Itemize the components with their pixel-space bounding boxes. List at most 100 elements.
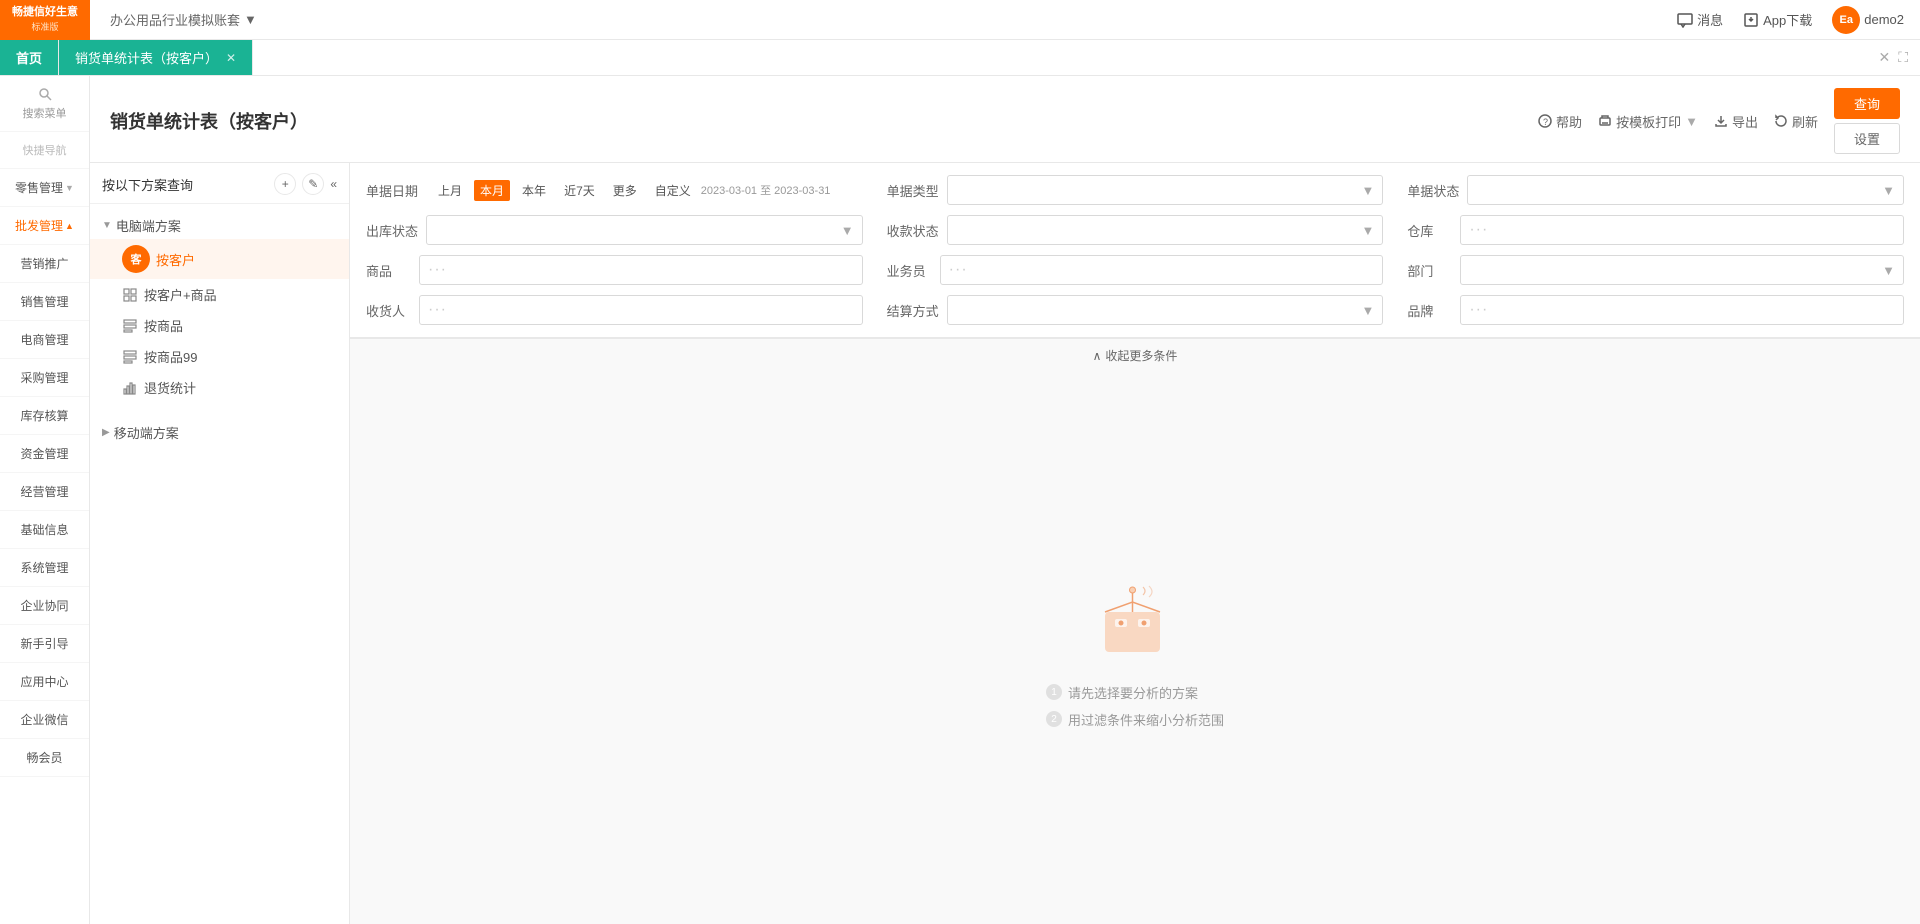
filter-goods-control[interactable]: ··· xyxy=(419,255,863,285)
filter-receiver-control[interactable]: ··· xyxy=(419,295,863,325)
tree-item-by-customer-label: 按客户 xyxy=(156,250,195,269)
collapse-bar[interactable]: ∧ 收起更多条件 xyxy=(350,338,1920,372)
page-actions: ? 帮助 按模板打印 ▼ 导出 刷新 查询 设置 xyxy=(1538,88,1900,154)
print-dropdown-icon[interactable]: ▼ xyxy=(1685,114,1698,129)
order-type-chevron: ▼ xyxy=(1361,183,1374,198)
user-profile[interactable]: Ea demo2 xyxy=(1832,6,1904,34)
sidebar-item-operations-label: 经营管理 xyxy=(20,483,68,500)
sidebar-item-newbie[interactable]: 新手引导 xyxy=(0,625,89,663)
filter-staff-item: 业务员 ··· xyxy=(887,255,1384,285)
breadcrumb-dropdown-icon[interactable]: ▼ xyxy=(244,12,257,27)
filter-brand-control[interactable]: ··· xyxy=(1460,295,1904,325)
warehouse-dots: ··· xyxy=(1469,221,1488,239)
scheme-add-btn[interactable]: + xyxy=(274,173,296,195)
refresh-icon xyxy=(1774,114,1788,128)
scheme-edit-btn[interactable]: ✎ xyxy=(302,173,324,195)
filter-warehouse-control[interactable]: ··· xyxy=(1460,215,1904,245)
main-content: 按以下方案查询 + ✎ « xyxy=(90,163,1920,924)
svg-text:?: ? xyxy=(1543,117,1548,127)
date-tab-custom[interactable]: 自定义 xyxy=(649,180,697,201)
sidebar-item-basic-info[interactable]: 基础信息 xyxy=(0,511,89,549)
by-goods-icon xyxy=(122,318,138,334)
filter-staff-label: 业务员 xyxy=(887,261,932,280)
tree-group-mobile: ▶ 移动端方案 xyxy=(90,411,349,454)
app-download-button[interactable]: App下载 xyxy=(1743,10,1812,29)
tree-item-customer-goods[interactable]: 按客户+商品 xyxy=(90,279,349,310)
scheme-collapse-btn[interactable]: « xyxy=(330,177,337,191)
sidebar-item-finance[interactable]: 资金管理 xyxy=(0,435,89,473)
sidebar-item-member[interactable]: 畅会员 xyxy=(0,739,89,777)
sidebar-item-appstore[interactable]: 应用中心 xyxy=(0,663,89,701)
settle-chevron: ▼ xyxy=(1361,303,1374,318)
tree-item-by-goods99[interactable]: 按商品99 xyxy=(90,341,349,372)
sidebar-item-marketing[interactable]: 营销推广 xyxy=(0,245,89,283)
order-status-chevron: ▼ xyxy=(1882,183,1895,198)
filter-settle-item: 结算方式 ▼ xyxy=(887,295,1384,325)
filter-shipment-control[interactable]: ▼ xyxy=(426,215,863,245)
download-icon xyxy=(1743,12,1759,28)
sidebar-nav-label: 快捷导航 xyxy=(0,132,89,169)
sidebar-item-ecommerce-label: 电商管理 xyxy=(20,331,68,348)
tab-close-icon[interactable]: ✕ xyxy=(226,51,236,65)
filter-settle-control[interactable]: ▼ xyxy=(947,295,1384,325)
page-title: 销货单统计表（按客户） xyxy=(110,108,308,134)
tree-group-desktop-header[interactable]: ▼ 电脑端方案 xyxy=(90,212,349,239)
date-tab-last7[interactable]: 近7天 xyxy=(558,180,601,201)
date-tabs: 上月 本月 本年 近7天 更多 自定义 xyxy=(432,180,697,201)
sidebar-item-purchase[interactable]: 采购管理 xyxy=(0,359,89,397)
sidebar-item-operations[interactable]: 经营管理 xyxy=(0,473,89,511)
sidebar-item-retail[interactable]: 零售管理 ▼ xyxy=(0,169,89,207)
collapse-label: 收起更多条件 xyxy=(1105,347,1177,364)
collapse-arrow-icon: ∧ xyxy=(1093,349,1102,363)
tab-sales-stat-label: 销货单统计表（按客户） xyxy=(75,48,218,67)
date-tab-this-year[interactable]: 本年 xyxy=(516,180,552,201)
filter-staff-control[interactable]: ··· xyxy=(940,255,1384,285)
filter-settle-label: 结算方式 xyxy=(887,301,939,320)
filter-receiver-label: 收货人 xyxy=(366,301,411,320)
sidebar-item-wechat[interactable]: 企业微信 xyxy=(0,701,89,739)
empty-step2-text: 用过滤条件来缩小分析范围 xyxy=(1068,710,1224,729)
export-button[interactable]: 导出 xyxy=(1714,112,1758,131)
print-button[interactable]: 按模板打印 ▼ xyxy=(1598,112,1698,131)
help-button[interactable]: ? 帮助 xyxy=(1538,112,1582,131)
filter-payment-control[interactable]: ▼ xyxy=(947,215,1384,245)
query-button[interactable]: 查询 xyxy=(1834,88,1900,119)
message-button[interactable]: 消息 xyxy=(1677,10,1723,29)
tree-item-by-customer[interactable]: 客 按客户 xyxy=(90,239,349,279)
top-header: 畅捷信好生意 标准版 办公用品行业模拟账套 ▼ 消息 App下载 Ea demo… xyxy=(0,0,1920,40)
tree-item-by-goods[interactable]: 按商品 xyxy=(90,310,349,341)
refresh-button[interactable]: 刷新 xyxy=(1774,112,1818,131)
tab-sales-stat[interactable]: 销货单统计表（按客户） ✕ xyxy=(59,40,253,75)
tree-group-mobile-label: 移动端方案 xyxy=(114,423,179,442)
tree-expand-arrow: ▼ xyxy=(102,220,112,231)
filter-shipment-item: 出库状态 ▼ xyxy=(366,215,863,245)
logo-text: 畅捷信好生意 xyxy=(12,6,78,19)
filter-order-status-item: 单据状态 ▼ xyxy=(1407,175,1904,205)
sidebar-search[interactable]: 搜索菜单 xyxy=(0,76,89,132)
tree-group-mobile-header[interactable]: ▶ 移动端方案 xyxy=(90,419,349,446)
sidebar-item-sales[interactable]: 销售管理 xyxy=(0,283,89,321)
sidebar-item-ecommerce[interactable]: 电商管理 xyxy=(0,321,89,359)
empty-svg xyxy=(1085,567,1185,667)
tab-home[interactable]: 首页 xyxy=(0,40,59,75)
filter-order-type-control[interactable]: ▼ xyxy=(947,175,1384,205)
sidebar-search-label: 搜索菜单 xyxy=(23,105,67,121)
message-icon xyxy=(1677,12,1693,28)
filter-dept-control[interactable]: ▼ xyxy=(1460,255,1904,285)
shipment-chevron: ▼ xyxy=(841,223,854,238)
sidebar-item-inventory[interactable]: 库存核算 xyxy=(0,397,89,435)
sidebar-item-enterprise[interactable]: 企业协同 xyxy=(0,587,89,625)
filter-order-status-control[interactable]: ▼ xyxy=(1467,175,1904,205)
date-tab-this-month[interactable]: 本月 xyxy=(474,180,510,201)
window-maximize-icon[interactable]: ⛶ xyxy=(1898,49,1908,66)
sidebar-item-wholesale[interactable]: 批发管理 ▲ xyxy=(0,207,89,245)
sidebar-item-inventory-label: 库存核算 xyxy=(20,407,68,424)
tab-bar: 首页 销货单统计表（按客户） ✕ ✕ ⛶ xyxy=(0,40,1920,76)
sidebar-item-system[interactable]: 系统管理 xyxy=(0,549,89,587)
settings-button[interactable]: 设置 xyxy=(1834,123,1900,154)
tree-item-return-stat[interactable]: 退货统计 xyxy=(90,372,349,403)
window-close-icon[interactable]: ✕ xyxy=(1878,49,1890,66)
date-tab-last-month[interactable]: 上月 xyxy=(432,180,468,201)
filter-warehouse-item: 仓库 ··· xyxy=(1407,215,1904,245)
date-tab-more[interactable]: 更多 xyxy=(607,180,643,201)
